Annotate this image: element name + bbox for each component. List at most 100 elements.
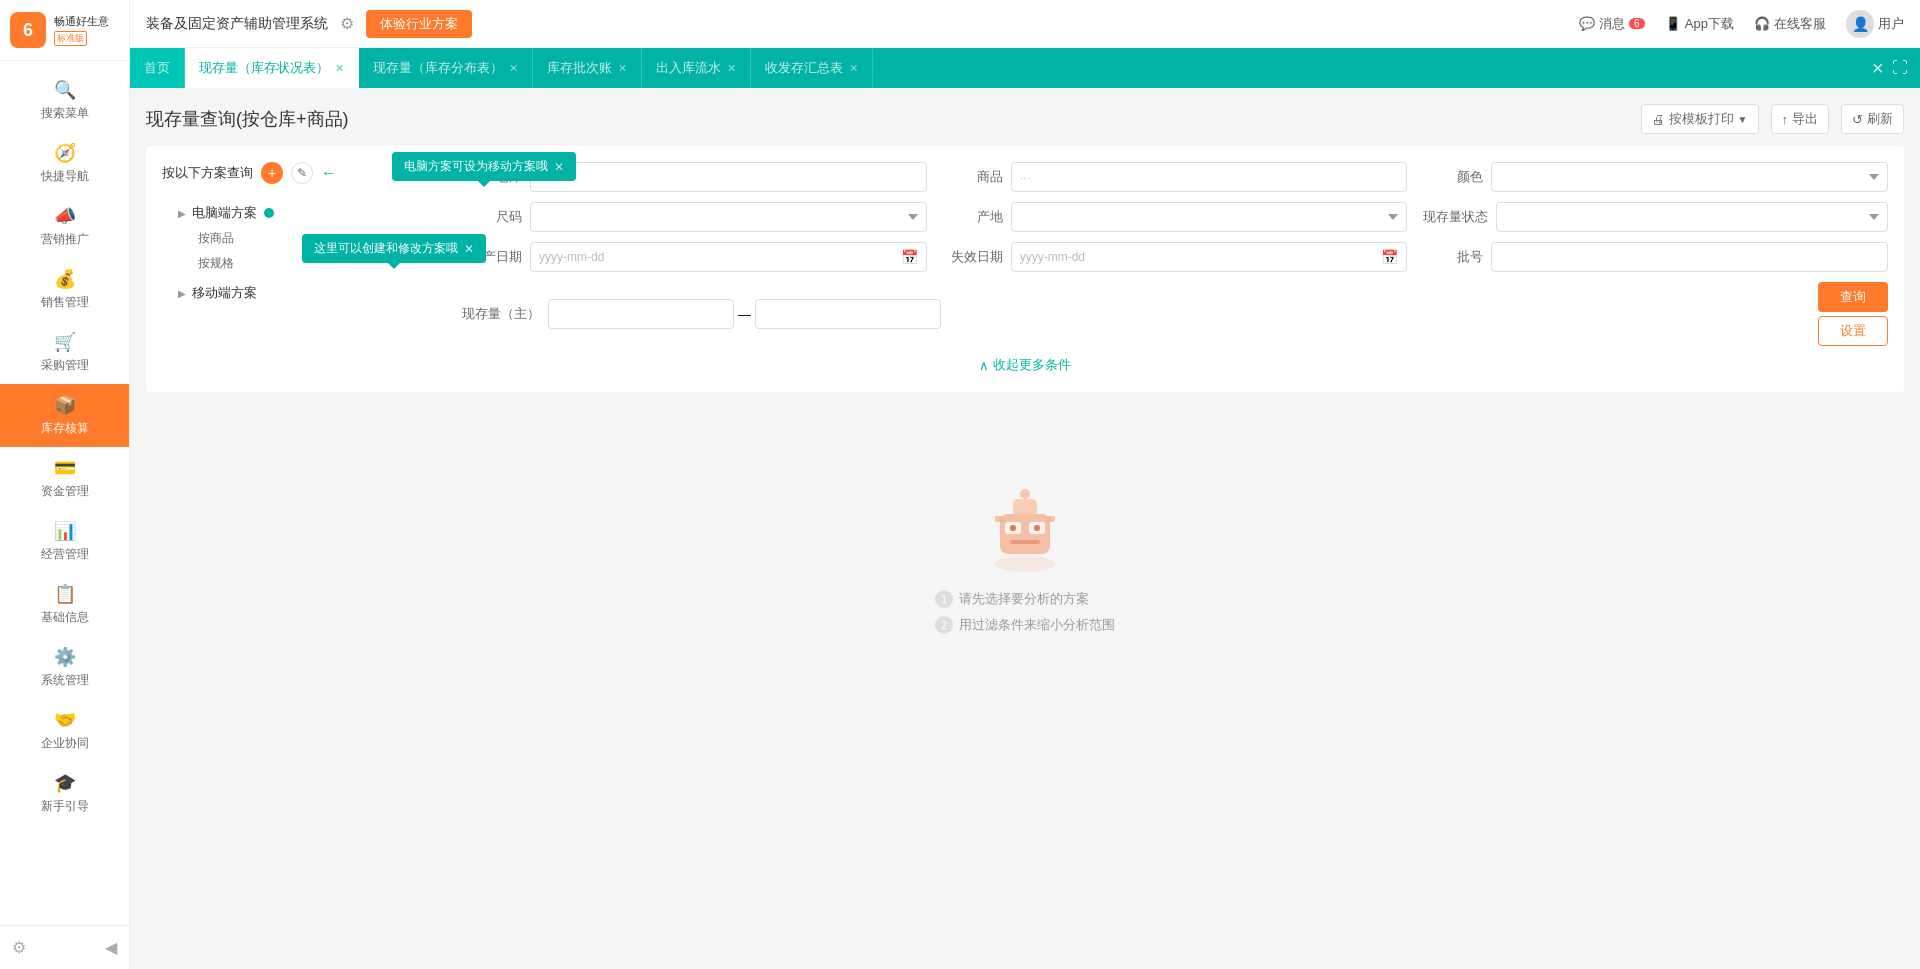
tree-item-spec-label: 按规格 [198,255,234,272]
sidebar-item-operation[interactable]: 📊 经营管理 [0,510,129,573]
tab-home-label: 首页 [144,59,170,77]
production-date-placeholder: yyyy-mm-dd [539,250,604,264]
sidebar-item-enterprise-label: 企业协同 [41,735,89,752]
system-icon: ⚙️ [54,646,76,668]
scheme-edit-btn[interactable]: ✎ [291,162,313,184]
goods-row: 商品 ··· [943,162,1408,192]
export-btn[interactable]: ↑ 导出 [1771,104,1830,134]
tab-home[interactable]: 首页 [130,48,185,88]
sidebar-item-inventory[interactable]: 📦 库存核算 [0,384,129,447]
sidebar-item-purchase-label: 采购管理 [41,357,89,374]
color-select[interactable] [1491,162,1888,192]
app-download-action[interactable]: 📱 App下载 [1665,15,1734,33]
tab-batch-account-close[interactable]: ✕ [618,62,627,75]
sidebar-item-finance[interactable]: 💳 资金管理 [0,447,129,510]
tab-receive-summary-close[interactable]: ✕ [849,62,858,75]
tooltip-2-close[interactable]: ✕ [464,242,474,256]
empty-text: 1 请先选择要分析的方案 2 用过滤条件来缩小分析范围 [935,590,1115,642]
color-row: 颜色 [1423,162,1888,192]
message-action[interactable]: 💬 消息 6 [1579,15,1645,33]
online-service-action[interactable]: 🎧 在线客服 [1754,15,1826,33]
page-content: 现存量查询(按仓库+商品) 🖨 按模板打印 ▼ ↑ 导出 ↺ 刷新 [130,88,1920,969]
origin-label: 产地 [943,208,1003,226]
export-label: 导出 [1792,110,1818,128]
basic-icon: 📋 [54,583,76,605]
scheme-desktop-label: 电脑端方案 [192,204,257,222]
user-label: 用户 [1878,15,1904,33]
sidebar-item-inventory-label: 库存核算 [41,420,89,437]
template-print-btn[interactable]: 🖨 按模板打印 ▼ [1641,104,1759,134]
sidebar-item-guide[interactable]: 🎓 新手引导 [0,762,129,825]
sidebar-item-quick[interactable]: 🧭 快捷导航 [0,132,129,195]
tab-inventory-status-close[interactable]: ✕ [335,62,344,75]
tree-arrow-mobile: ▶ [178,288,186,299]
search-btn[interactable]: 查询 [1818,282,1888,312]
scheme-tooltip-1: 电脑方案可设为移动方案哦 ✕ [392,152,576,181]
tab-in-out-flow-close[interactable]: ✕ [727,62,736,75]
svg-rect-8 [1047,516,1055,522]
tab-batch-account[interactable]: 库存批次账 ✕ [533,48,642,88]
sidebar-item-quick-label: 快捷导航 [41,168,89,185]
message-badge: 6 [1629,18,1645,29]
stock-status-label: 现存量状态 [1423,208,1488,226]
tab-receive-summary-label: 收发存汇总表 [765,59,843,77]
chevron-down-icon: ▼ [1738,114,1748,125]
tab-expand-icon[interactable]: ⛶ [1892,59,1908,77]
logo-title: 畅通好生意 [54,14,109,28]
calendar-icon-from[interactable]: 📅 [901,249,918,265]
reset-btn[interactable]: 设置 [1818,316,1888,346]
main-area: 装备及固定资产辅助管理系统 ⚙ 体验行业方案 💬 消息 6 📱 App下载 🎧 … [130,0,1920,969]
online-service-label: 在线客服 [1774,15,1826,33]
tab-inventory-dist-close[interactable]: ✕ [509,62,518,75]
sidebar-item-enterprise[interactable]: 🤝 企业协同 [0,699,129,762]
sidebar-item-system[interactable]: ⚙️ 系统管理 [0,636,129,699]
batch-input[interactable] [1491,242,1888,272]
origin-select[interactable] [1011,202,1408,232]
svg-rect-9 [1013,499,1037,517]
production-date-from[interactable]: yyyy-mm-dd 📅 [530,242,927,272]
tab-receive-summary[interactable]: 收发存汇总表 ✕ [751,48,873,88]
tooltip-1-close[interactable]: ✕ [554,160,564,174]
hint2-num: 2 [935,616,953,634]
sidebar-item-purchase[interactable]: 🛒 采购管理 [0,321,129,384]
stock-main-from[interactable] [548,299,734,329]
chevron-up-icon: ∧ [979,358,989,373]
tab-inventory-status[interactable]: 现存量（库存状况表） ✕ [185,48,359,88]
stock-status-select[interactable] [1496,202,1888,232]
tab-in-out-flow[interactable]: 出入库流水 ✕ [642,48,751,88]
stock-main-to[interactable] [755,299,941,329]
collapse-footer-btn[interactable]: ◀ [105,938,117,957]
scheme-desktop[interactable]: ▶ 电脑端方案 [170,200,442,226]
svg-rect-7 [995,516,1003,522]
scheme-arrow-left[interactable]: ← [321,164,337,182]
sidebar-item-operation-label: 经营管理 [41,546,89,563]
svg-point-5 [1034,525,1040,531]
expiry-date-range: yyyy-mm-dd 📅 [1011,242,1408,272]
sidebar-item-marketing[interactable]: 📣 营销推广 [0,195,129,258]
scheme-mobile[interactable]: ▶ 移动端方案 [170,280,442,306]
enterprise-icon: 🤝 [54,709,76,731]
industry-btn[interactable]: 体验行业方案 [366,10,472,38]
calendar-icon-expiry[interactable]: 📅 [1381,249,1398,265]
sidebar-item-marketing-label: 营销推广 [41,231,89,248]
tab-inventory-dist[interactable]: 现存量（库存分布表） ✕ [359,48,533,88]
goods-input[interactable]: ··· [1011,162,1408,192]
sidebar-item-basic[interactable]: 📋 基础信息 [0,573,129,636]
settings-footer-btn[interactable]: ⚙ [12,938,26,957]
logo-badge: 标准版 [54,31,87,46]
tab-close-all-icon[interactable]: ✕ [1871,59,1884,78]
tab-batch-account-label: 库存批次账 [547,59,612,77]
scheme-tree: ▶ 电脑端方案 这里可以创建和修改方案哦 ✕ 按商品 [162,196,442,310]
user-action[interactable]: 👤 用户 [1846,10,1904,38]
scheme-add-btn[interactable]: + [261,162,283,184]
settings-gear-icon[interactable]: ⚙ [340,14,354,33]
sidebar-item-system-label: 系统管理 [41,672,89,689]
size-select[interactable] [530,202,927,232]
warehouse-input[interactable]: ··· [530,162,927,192]
refresh-btn[interactable]: ↺ 刷新 [1841,104,1904,134]
expiry-date-from[interactable]: yyyy-mm-dd 📅 [1011,242,1408,272]
svg-point-4 [1010,525,1016,531]
sidebar-item-sales[interactable]: 💰 销售管理 [0,258,129,321]
sidebar-item-search[interactable]: 🔍 搜索菜单 [0,69,129,132]
more-conditions-bar[interactable]: ∧ 收起更多条件 [162,346,1888,376]
